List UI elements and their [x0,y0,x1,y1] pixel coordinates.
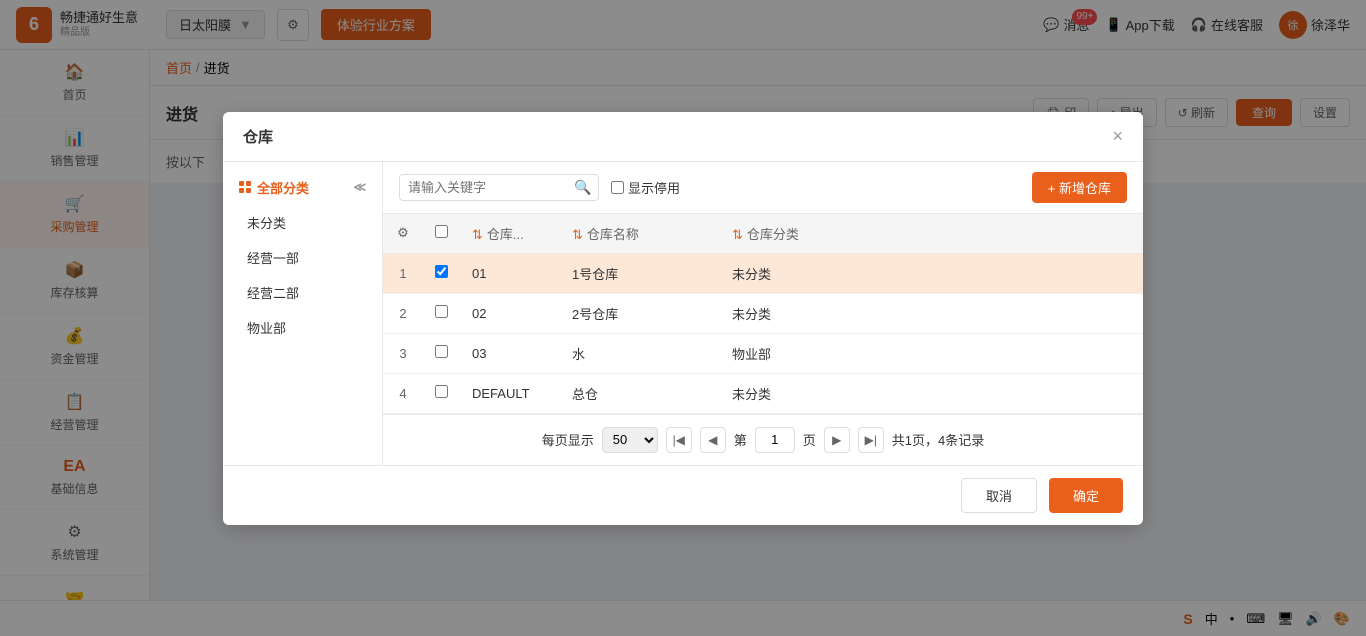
select-all-checkbox[interactable] [435,225,448,238]
category-header: 全部分类 ≪ [223,170,382,205]
td-category: 未分类 [720,253,1143,293]
th-category: ⇅仓库分类 [720,214,1143,254]
td-checkbox [423,293,460,333]
warehouse-table: ⚙ ⇅仓库... ⇅仓库名称 [383,214,1143,414]
td-checkbox [423,333,460,373]
first-page-button[interactable]: |◀ [666,427,692,453]
category-item-uncategorized[interactable]: 未分类 [223,205,382,240]
modal-close-button[interactable]: × [1112,127,1123,145]
td-category: 未分类 [720,293,1143,333]
th-name: ⇅仓库名称 [560,214,720,254]
category-item-property[interactable]: 物业部 [223,310,382,345]
td-num: 2 [383,293,423,333]
next-page-button[interactable]: ▶ [824,427,850,453]
category-header-label: 全部分类 [257,178,309,197]
page-label: 第 [734,430,747,449]
modal-header: 仓库 × [223,112,1143,162]
td-num: 1 [383,253,423,293]
modal-overlay[interactable]: 仓库 × 全部分类 ≪ 未分类 经营一部 经营二部 物业部 [0,0,1366,636]
table-row[interactable]: 3 03 水 物业部 [383,333,1143,373]
table-row[interactable]: 2 02 2号仓库 未分类 [383,293,1143,333]
table-header-row: ⚙ ⇅仓库... ⇅仓库名称 [383,214,1143,254]
th-settings: ⚙ [383,214,423,254]
page-size-select[interactable]: 50 100 200 [602,427,658,453]
td-num: 4 [383,373,423,413]
page-input[interactable] [755,427,795,453]
td-name: 总仓 [560,373,720,413]
row-checkbox[interactable] [435,305,448,318]
last-page-button[interactable]: ▶| [858,427,884,453]
page-unit: 页 [803,430,816,449]
table-row[interactable]: 4 DEFAULT 总仓 未分类 [383,373,1143,413]
page-size-label: 每页显示 [542,430,594,449]
th-code: ⇅仓库... [460,214,560,254]
row-checkbox[interactable] [435,265,448,278]
confirm-button[interactable]: 确定 [1049,478,1123,513]
table-toolbar: 🔍 请输入关键字 显示停用 + 新增仓库 [383,162,1143,214]
show-disabled-checkbox[interactable] [611,181,624,194]
search-icon: 🔍 [574,179,591,196]
collapse-button[interactable]: ≪ [353,180,366,194]
td-name: 水 [560,333,720,373]
td-code: 03 [460,333,560,373]
td-code: 02 [460,293,560,333]
row-checkbox[interactable] [435,385,448,398]
sort-icon: ⇅ [732,227,743,242]
table-panel: 🔍 请输入关键字 显示停用 + 新增仓库 ⚙ [383,162,1143,465]
table-row[interactable]: 1 01 1号仓库 未分类 [383,253,1143,293]
category-item-dept2[interactable]: 经营二部 [223,275,382,310]
sort-icon: ⇅ [572,227,583,242]
prev-page-button[interactable]: ◀ [700,427,726,453]
td-name: 2号仓库 [560,293,720,333]
add-warehouse-button[interactable]: + 新增仓库 [1032,172,1127,203]
td-checkbox [423,253,460,293]
row-checkbox[interactable] [435,345,448,358]
show-disabled-label[interactable]: 请输入关键字 显示停用 [611,178,680,197]
td-checkbox [423,373,460,413]
category-panel: 全部分类 ≪ 未分类 经营一部 经营二部 物业部 [223,162,383,465]
search-box: 🔍 [399,174,599,201]
td-name: 1号仓库 [560,253,720,293]
grid-icon [239,181,251,193]
modal-body: 全部分类 ≪ 未分类 经营一部 经营二部 物业部 🔍 [223,162,1143,465]
td-code: 01 [460,253,560,293]
th-checkbox [423,214,460,254]
search-input[interactable] [408,180,568,195]
total-info: 共1页，4条记录 [892,430,984,449]
table-pagination: 每页显示 50 100 200 |◀ ◀ 第 页 ▶ ▶| 共1页，4条记录 [383,414,1143,465]
td-category: 物业部 [720,333,1143,373]
cancel-button[interactable]: 取消 [961,478,1037,513]
modal-title: 仓库 [243,126,273,147]
td-code: DEFAULT [460,373,560,413]
table-container: ⚙ ⇅仓库... ⇅仓库名称 [383,214,1143,414]
warehouse-modal: 仓库 × 全部分类 ≪ 未分类 经营一部 经营二部 物业部 [223,112,1143,525]
table-body: 1 01 1号仓库 未分类 2 [383,253,1143,413]
td-category: 未分类 [720,373,1143,413]
modal-footer: 取消 确定 [223,465,1143,525]
category-item-dept1[interactable]: 经营一部 [223,240,382,275]
sort-icon: ⇅ [472,227,483,242]
td-num: 3 [383,333,423,373]
show-disabled-text-static: 显示停用 [628,178,680,197]
